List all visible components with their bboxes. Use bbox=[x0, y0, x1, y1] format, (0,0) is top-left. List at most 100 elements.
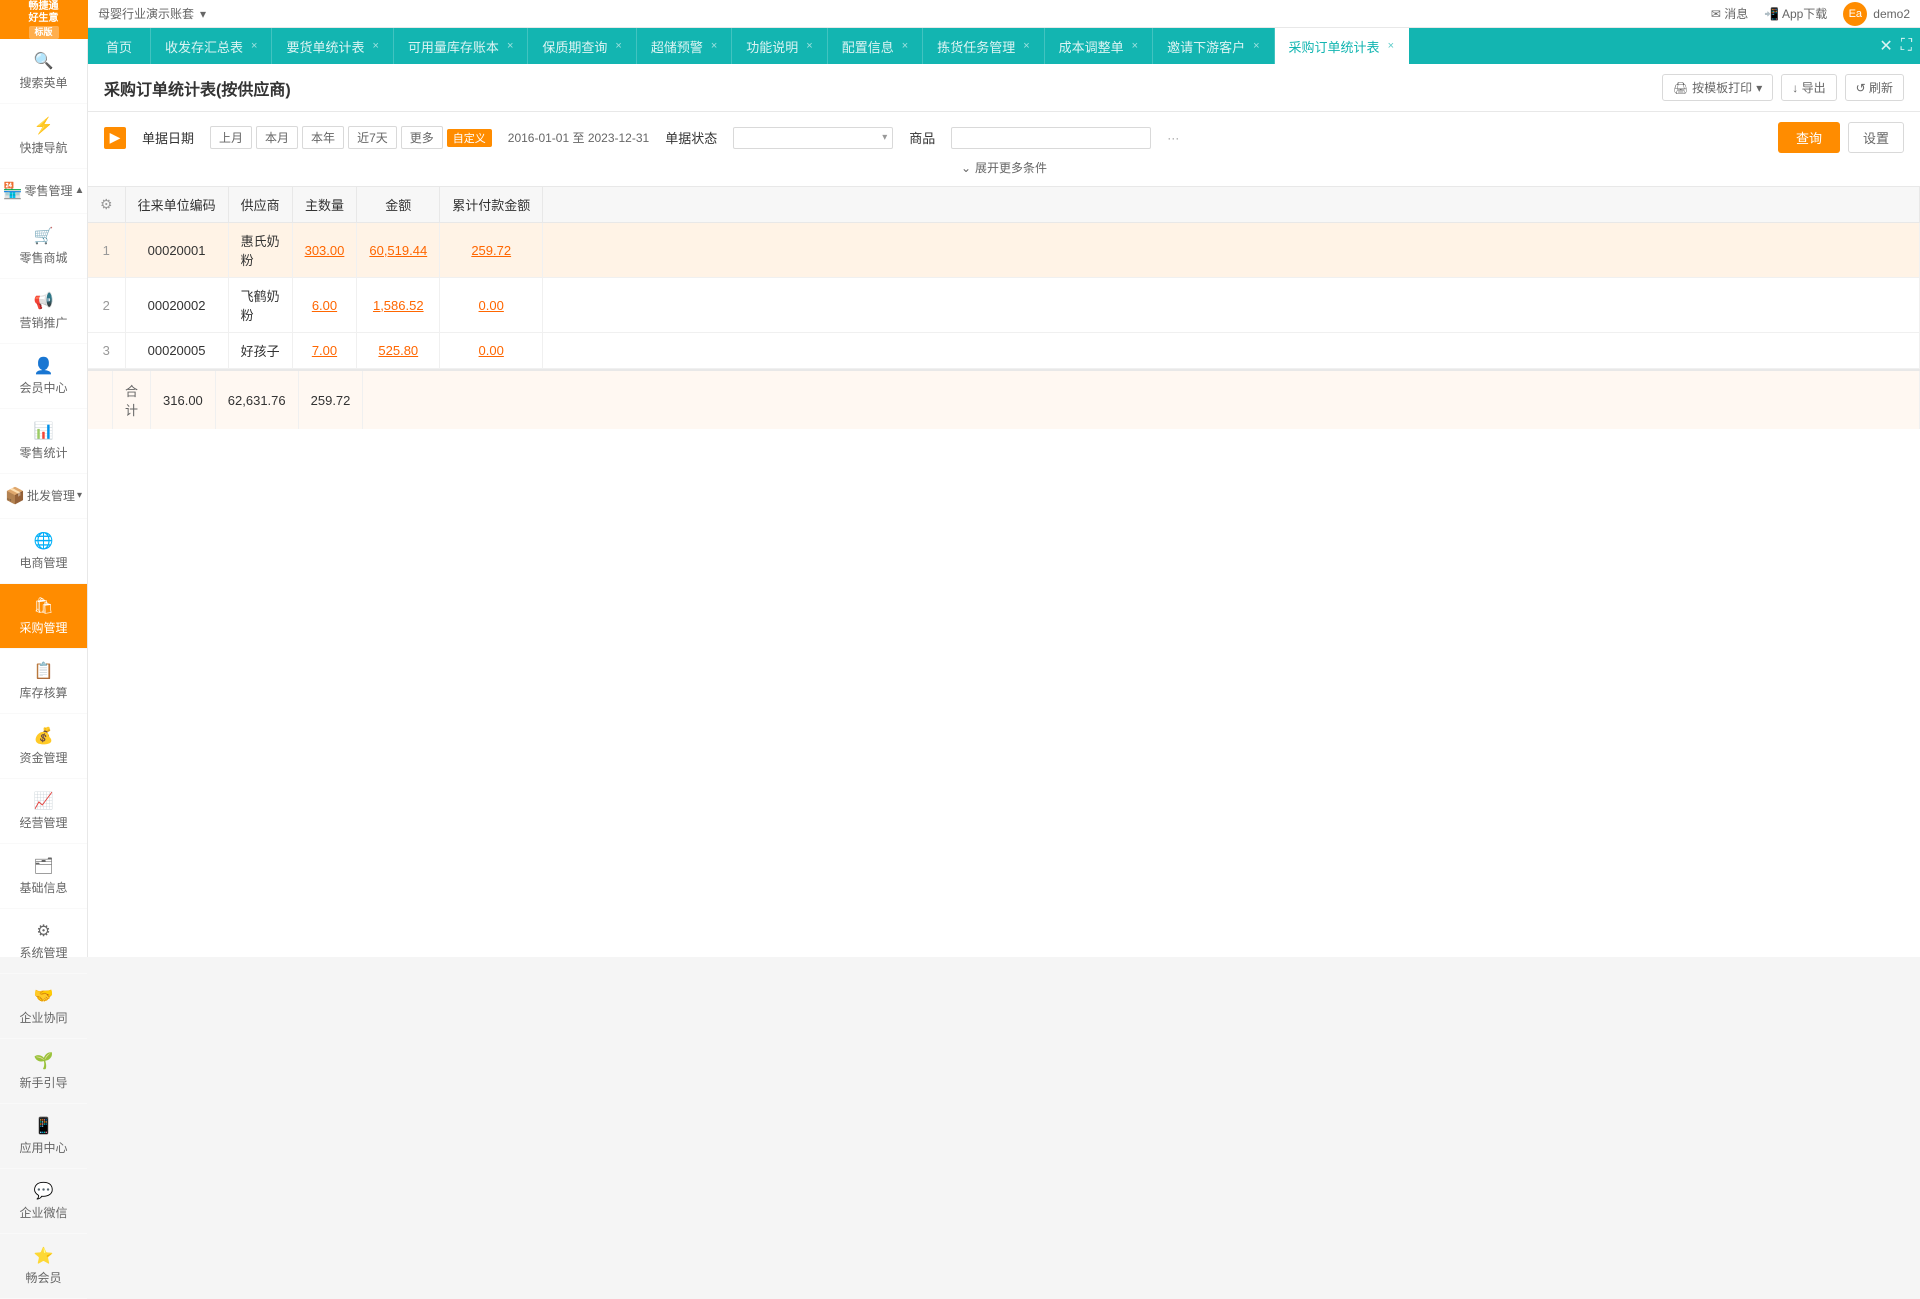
page-header-actions: 🖨 按模板打印 ▾ ↓ 导出 ↺ 刷新 bbox=[1662, 74, 1904, 111]
tab-available-stock[interactable]: 可用量库存账本 × bbox=[394, 28, 528, 64]
sidebar-item-retail[interactable]: 🏪 零售管理 ▲ bbox=[0, 169, 87, 214]
sidebar-item-retail-stat[interactable]: 📊 零售统计 bbox=[0, 409, 87, 474]
close-icon[interactable]: × bbox=[615, 40, 621, 52]
date-btn-this-month[interactable]: 本月 bbox=[256, 126, 298, 149]
sidebar: 畅捷通 好生意 标版 🔍 搜索英单 ⚡ 快捷导航 🏪 零售管理 ▲ 🛒 零售商城… bbox=[0, 0, 88, 957]
refresh-icon: ↺ bbox=[1856, 81, 1866, 95]
row-paid[interactable]: 0.00 bbox=[440, 333, 543, 369]
user-area[interactable]: Ea demo2 bbox=[1843, 2, 1910, 26]
sidebar-item-search[interactable]: 🔍 搜索英单 bbox=[0, 39, 87, 104]
sidebar-item-vip[interactable]: ⭐ 畅会员 bbox=[0, 1234, 87, 1299]
app-logo[interactable]: 畅捷通 好生意 标版 bbox=[0, 0, 88, 39]
sidebar-item-app-center[interactable]: 📱 应用中心 bbox=[0, 1104, 87, 1169]
tab-function-desc[interactable]: 功能说明 × bbox=[732, 28, 827, 64]
close-icon-active[interactable]: × bbox=[1388, 40, 1394, 52]
row-amount[interactable]: 525.80 bbox=[357, 333, 440, 369]
close-icon[interactable]: × bbox=[806, 40, 812, 52]
status-select-wrap bbox=[733, 127, 893, 149]
close-icon[interactable]: × bbox=[372, 40, 378, 52]
close-icon[interactable]: × bbox=[902, 40, 908, 52]
sidebar-item-finance[interactable]: 💰 资金管理 bbox=[0, 714, 87, 779]
export-button[interactable]: ↓ 导出 bbox=[1781, 74, 1836, 101]
chevron-down-icon: ▲ bbox=[75, 185, 85, 196]
sidebar-item-operations[interactable]: 📈 经营管理 bbox=[0, 779, 87, 844]
filter-row: ▶ 单据日期 上月 本月 本年 近7天 更多 自定义 2016-01-01 至 … bbox=[104, 122, 1904, 153]
row-amount[interactable]: 1,586.52 bbox=[357, 278, 440, 333]
wholesale-icon: 📦 bbox=[5, 486, 25, 506]
close-icon[interactable]: × bbox=[1132, 40, 1138, 52]
column-settings-icon[interactable]: ⚙ bbox=[100, 196, 113, 212]
table-row[interactable]: 1 00020001 惠氏奶粉 303.00 60,519.44 259.72 bbox=[88, 223, 1920, 278]
close-icon[interactable]: × bbox=[1253, 40, 1259, 52]
sidebar-item-ecommerce[interactable]: 🌐 电商管理 bbox=[0, 519, 87, 584]
workspace-selector[interactable]: 母婴行业演示账套 ▾ bbox=[98, 5, 206, 22]
app-center-icon: 📱 bbox=[34, 1116, 54, 1136]
main-area: 母婴行业演示账套 ▾ ✉ 消息 📲 App下载 Ea demo2 首页 bbox=[88, 0, 1920, 957]
tab-overstock-warning[interactable]: 超储预警 × bbox=[637, 28, 732, 64]
maximize-icon[interactable]: ⛶ bbox=[1901, 37, 1912, 55]
tab-order-summary[interactable]: 要货单统计表 × bbox=[272, 28, 393, 64]
table-area: ⚙ 往来单位编码 供应商 主数量 金额 累计付款金额 1 00020001 惠氏… bbox=[88, 187, 1920, 957]
basic-icon: 🗂 bbox=[33, 856, 53, 876]
sidebar-item-wholesale[interactable]: 📦 批发管理 ▾ bbox=[0, 474, 87, 519]
row-amount[interactable]: 60,519.44 bbox=[357, 223, 440, 278]
date-btn-this-year[interactable]: 本年 bbox=[302, 126, 344, 149]
tab-pick-task[interactable]: 拣货任务管理 × bbox=[923, 28, 1044, 64]
th-supplier: 供应商 bbox=[228, 187, 292, 223]
footer-paid: 259.72 bbox=[298, 371, 363, 429]
sidebar-item-member[interactable]: 👤 会员中心 bbox=[0, 344, 87, 409]
sidebar-item-nav[interactable]: ⚡ 快捷导航 bbox=[0, 104, 87, 169]
row-qty[interactable]: 303.00 bbox=[292, 223, 357, 278]
printer-icon: 🖨 bbox=[1673, 81, 1688, 95]
avatar: Ea bbox=[1843, 2, 1867, 26]
refresh-button[interactable]: ↺ 刷新 bbox=[1845, 74, 1904, 101]
tab-invite-downstream[interactable]: 邀请下游客户 × bbox=[1153, 28, 1274, 64]
sidebar-item-system[interactable]: ⚙ 系统管理 bbox=[0, 909, 87, 974]
close-icon[interactable]: × bbox=[507, 40, 513, 52]
table-row[interactable]: 2 00020002 飞鹤奶粉 6.00 1,586.52 0.00 bbox=[88, 278, 1920, 333]
filter-toggle-btn[interactable]: ▶ bbox=[104, 127, 126, 149]
print-arrow-icon: ▾ bbox=[1756, 81, 1762, 95]
sidebar-item-retail-shop[interactable]: 🛒 零售商城 bbox=[0, 214, 87, 279]
settings-button[interactable]: 设置 bbox=[1848, 122, 1904, 153]
tab-home[interactable]: 首页 bbox=[88, 28, 151, 64]
tab-config-info[interactable]: 配置信息 × bbox=[828, 28, 923, 64]
row-qty[interactable]: 6.00 bbox=[292, 278, 357, 333]
table-row[interactable]: 3 00020005 好孩子 7.00 525.80 0.00 bbox=[88, 333, 1920, 369]
goods-input[interactable] bbox=[951, 127, 1151, 149]
tab-purchase-stat[interactable]: 采购订单统计表 × bbox=[1275, 28, 1409, 64]
more-filter-btn[interactable]: ··· bbox=[1167, 131, 1179, 145]
close-icon[interactable]: × bbox=[1023, 40, 1029, 52]
top-nav-right: ✉ 消息 📲 App下载 Ea demo2 bbox=[1711, 2, 1910, 26]
date-btn-last-month[interactable]: 上月 bbox=[210, 126, 252, 149]
expand-more-button[interactable]: ⌄ 展开更多条件 bbox=[961, 159, 1047, 176]
page-content: 采购订单统计表(按供应商) 🖨 按模板打印 ▾ ↓ 导出 ↺ 刷新 bbox=[88, 64, 1920, 957]
close-icon[interactable]: × bbox=[251, 40, 257, 52]
row-paid[interactable]: 259.72 bbox=[440, 223, 543, 278]
row-qty[interactable]: 7.00 bbox=[292, 333, 357, 369]
print-button[interactable]: 🖨 按模板打印 ▾ bbox=[1662, 74, 1773, 101]
date-btn-more[interactable]: 更多 bbox=[401, 126, 443, 149]
sidebar-item-marketing[interactable]: 📢 营销推广 bbox=[0, 279, 87, 344]
sidebar-item-newbie[interactable]: 🌱 新手引导 bbox=[0, 1039, 87, 1104]
sidebar-item-basic[interactable]: 🗂 基础信息 bbox=[0, 844, 87, 909]
close-icon[interactable]: × bbox=[711, 40, 717, 52]
enterprise-icon: 🤝 bbox=[34, 986, 54, 1006]
query-button[interactable]: 查询 bbox=[1778, 122, 1840, 153]
vip-icon: ⭐ bbox=[34, 1246, 54, 1266]
table-header-row: ⚙ 往来单位编码 供应商 主数量 金额 累计付款金额 bbox=[88, 187, 1920, 223]
date-btn-7days[interactable]: 近7天 bbox=[348, 126, 397, 149]
tab-cost-adjust[interactable]: 成本调整单 × bbox=[1045, 28, 1153, 64]
close-all-icon[interactable]: ✕ bbox=[1879, 36, 1892, 56]
sidebar-item-enterprise[interactable]: 🤝 企业协同 bbox=[0, 974, 87, 1039]
sidebar-item-wechat[interactable]: 💬 企业微信 bbox=[0, 1169, 87, 1234]
sidebar-item-inventory[interactable]: 📋 库存核算 bbox=[0, 649, 87, 714]
row-paid[interactable]: 0.00 bbox=[440, 278, 543, 333]
status-select[interactable] bbox=[733, 127, 893, 149]
tab-expiry-query[interactable]: 保质期查询 × bbox=[528, 28, 636, 64]
page-header: 采购订单统计表(按供应商) 🖨 按模板打印 ▾ ↓ 导出 ↺ 刷新 bbox=[88, 64, 1920, 112]
sidebar-item-purchase[interactable]: 🛍 采购管理 bbox=[0, 584, 87, 649]
tab-receive-summary[interactable]: 收发存汇总表 × bbox=[151, 28, 272, 64]
app-download-btn[interactable]: 📲 App下载 bbox=[1764, 5, 1827, 22]
message-btn[interactable]: ✉ 消息 bbox=[1711, 5, 1748, 22]
